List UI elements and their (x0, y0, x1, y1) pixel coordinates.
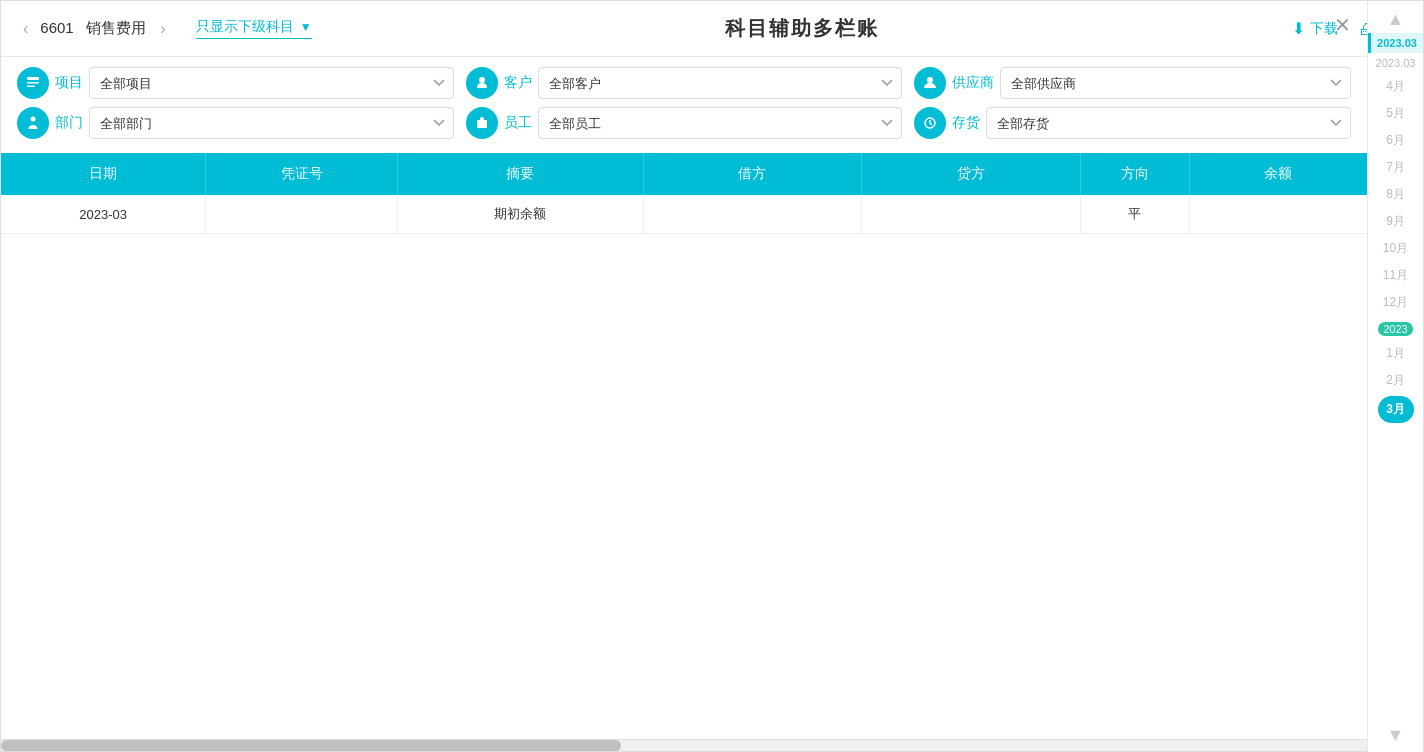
show-sub-toggle[interactable]: 只显示下级科目 ▼ (196, 18, 312, 39)
timeline-item-tl-2[interactable]: 2月 (1368, 367, 1423, 394)
svg-point-3 (927, 77, 933, 83)
svg-rect-1 (27, 82, 39, 84)
cell-voucher (206, 195, 397, 234)
filter-area: 项目 全部项目 客户 全部客户 (1, 57, 1367, 153)
filter-item-supplier: 供应商 全部供应商 (914, 67, 1351, 99)
svg-rect-0 (27, 77, 39, 80)
timeline-list: 2023.032023.034月5月6月7月8月9月10月11月12月20231… (1368, 33, 1423, 721)
svg-rect-2 (27, 86, 35, 88)
cell-credit (862, 195, 1081, 234)
table-header-row: 日期 凭证号 摘要 借方 贷方 方向 余额 (1, 153, 1367, 195)
timeline-item-tl-10[interactable]: 10月 (1368, 235, 1423, 262)
table-body: 2023-03 期初余额 平 (1, 195, 1367, 234)
col-date: 日期 (1, 153, 206, 195)
account-code: 6601 (40, 19, 73, 36)
timeline-nav-down[interactable]: ▼ (1380, 721, 1412, 749)
timeline-item-tl-year-2023[interactable]: 2023 (1368, 316, 1423, 340)
supplier-select[interactable]: 全部供应商 (1000, 67, 1351, 99)
account-name: 销售费用 (86, 19, 146, 36)
employee-select[interactable]: 全部员工 (538, 107, 903, 139)
col-credit: 贷方 (862, 153, 1081, 195)
timeline-item-tl-202303-2[interactable]: 2023.03 (1368, 53, 1423, 73)
timeline-item-tl-5[interactable]: 5月 (1368, 100, 1423, 127)
timeline-item-tl-8[interactable]: 8月 (1368, 181, 1423, 208)
timeline-item-tl-3-active[interactable]: 3月 (1378, 396, 1414, 423)
cell-direction: 平 (1080, 195, 1189, 234)
col-summary: 摘要 (397, 153, 643, 195)
show-sub-label: 只显示下级科目 (196, 18, 294, 36)
filter-item-project: 项目 全部项目 (17, 67, 454, 99)
account-code-name: 6601 销售费用 (34, 19, 154, 38)
timeline-item-tl-6[interactable]: 6月 (1368, 127, 1423, 154)
nav-prev-button[interactable]: ‹ (17, 16, 34, 42)
project-label: 项目 (55, 74, 83, 92)
supplier-icon (914, 67, 946, 99)
col-voucher: 凭证号 (206, 153, 397, 195)
ledger-table: 日期 凭证号 摘要 借方 贷方 方向 余额 2023-03 期初余额 平 (1, 153, 1367, 234)
filter-row-2: 部门 全部部门 员工 全部员工 (17, 107, 1351, 139)
inventory-icon (914, 107, 946, 139)
header-bar: ‹ 6601 销售费用 › 只显示下级科目 ▼ 科目辅助多栏账 ⬇ 下载 🖨 打… (1, 1, 1423, 57)
page-title: 科目辅助多栏账 (312, 15, 1292, 42)
col-direction: 方向 (1080, 153, 1189, 195)
scroll-thumb-h[interactable] (1, 740, 621, 751)
customer-label: 客户 (504, 74, 532, 92)
timeline-item-tl-202303-1[interactable]: 2023.03 (1368, 33, 1423, 53)
supplier-label: 供应商 (952, 74, 994, 92)
main-window: ✕ ‹ 6601 销售费用 › 只显示下级科目 ▼ 科目辅助多栏账 ⬇ 下载 🖨… (0, 0, 1424, 752)
timeline-nav-up[interactable]: ▲ (1380, 5, 1412, 33)
horizontal-scrollbar[interactable] (1, 739, 1383, 751)
svg-rect-5 (477, 120, 487, 128)
col-debit: 借方 (643, 153, 862, 195)
timeline-item-tl-1[interactable]: 1月 (1368, 340, 1423, 367)
timeline-item-tl-9[interactable]: 9月 (1368, 208, 1423, 235)
show-sub-dropdown-arrow: ▼ (300, 20, 312, 34)
cell-summary: 期初余额 (397, 195, 643, 234)
customer-icon (466, 67, 498, 99)
svg-point-4 (31, 117, 36, 122)
dept-label: 部门 (55, 114, 83, 132)
timeline-item-tl-4[interactable]: 4月 (1368, 73, 1423, 100)
cell-balance (1189, 195, 1367, 234)
content-area: 项目 全部项目 客户 全部客户 (1, 57, 1367, 739)
table-scroll-area[interactable]: 日期 凭证号 摘要 借方 贷方 方向 余额 2023-03 期初余额 平 (1, 153, 1367, 739)
filter-item-dept: 部门 全部部门 (17, 107, 454, 139)
timeline-sidebar: ▲ 2023.032023.034月5月6月7月8月9月10月11月12月202… (1367, 1, 1423, 752)
table-row: 2023-03 期初余额 平 (1, 195, 1367, 234)
project-icon (17, 67, 49, 99)
inventory-label: 存货 (952, 114, 980, 132)
customer-select[interactable]: 全部客户 (538, 67, 903, 99)
timeline-item-tl-11[interactable]: 11月 (1368, 262, 1423, 289)
inventory-select[interactable]: 全部存货 (986, 107, 1351, 139)
dept-select[interactable]: 全部部门 (89, 107, 454, 139)
project-select[interactable]: 全部项目 (89, 67, 454, 99)
filter-row-1: 项目 全部项目 客户 全部客户 (17, 67, 1351, 99)
cell-debit (643, 195, 862, 234)
cell-date: 2023-03 (1, 195, 206, 234)
filter-item-employee: 员工 全部员工 (466, 107, 903, 139)
dept-icon (17, 107, 49, 139)
nav-next-button[interactable]: › (154, 16, 171, 42)
col-balance: 余额 (1189, 153, 1367, 195)
employee-icon (466, 107, 498, 139)
employee-label: 员工 (504, 114, 532, 132)
close-button[interactable]: ✕ (1330, 13, 1355, 37)
filter-item-inventory: 存货 全部存货 (914, 107, 1351, 139)
filter-item-customer: 客户 全部客户 (466, 67, 903, 99)
download-icon: ⬇ (1292, 19, 1305, 38)
timeline-item-tl-7[interactable]: 7月 (1368, 154, 1423, 181)
timeline-item-tl-12[interactable]: 12月 (1368, 289, 1423, 316)
